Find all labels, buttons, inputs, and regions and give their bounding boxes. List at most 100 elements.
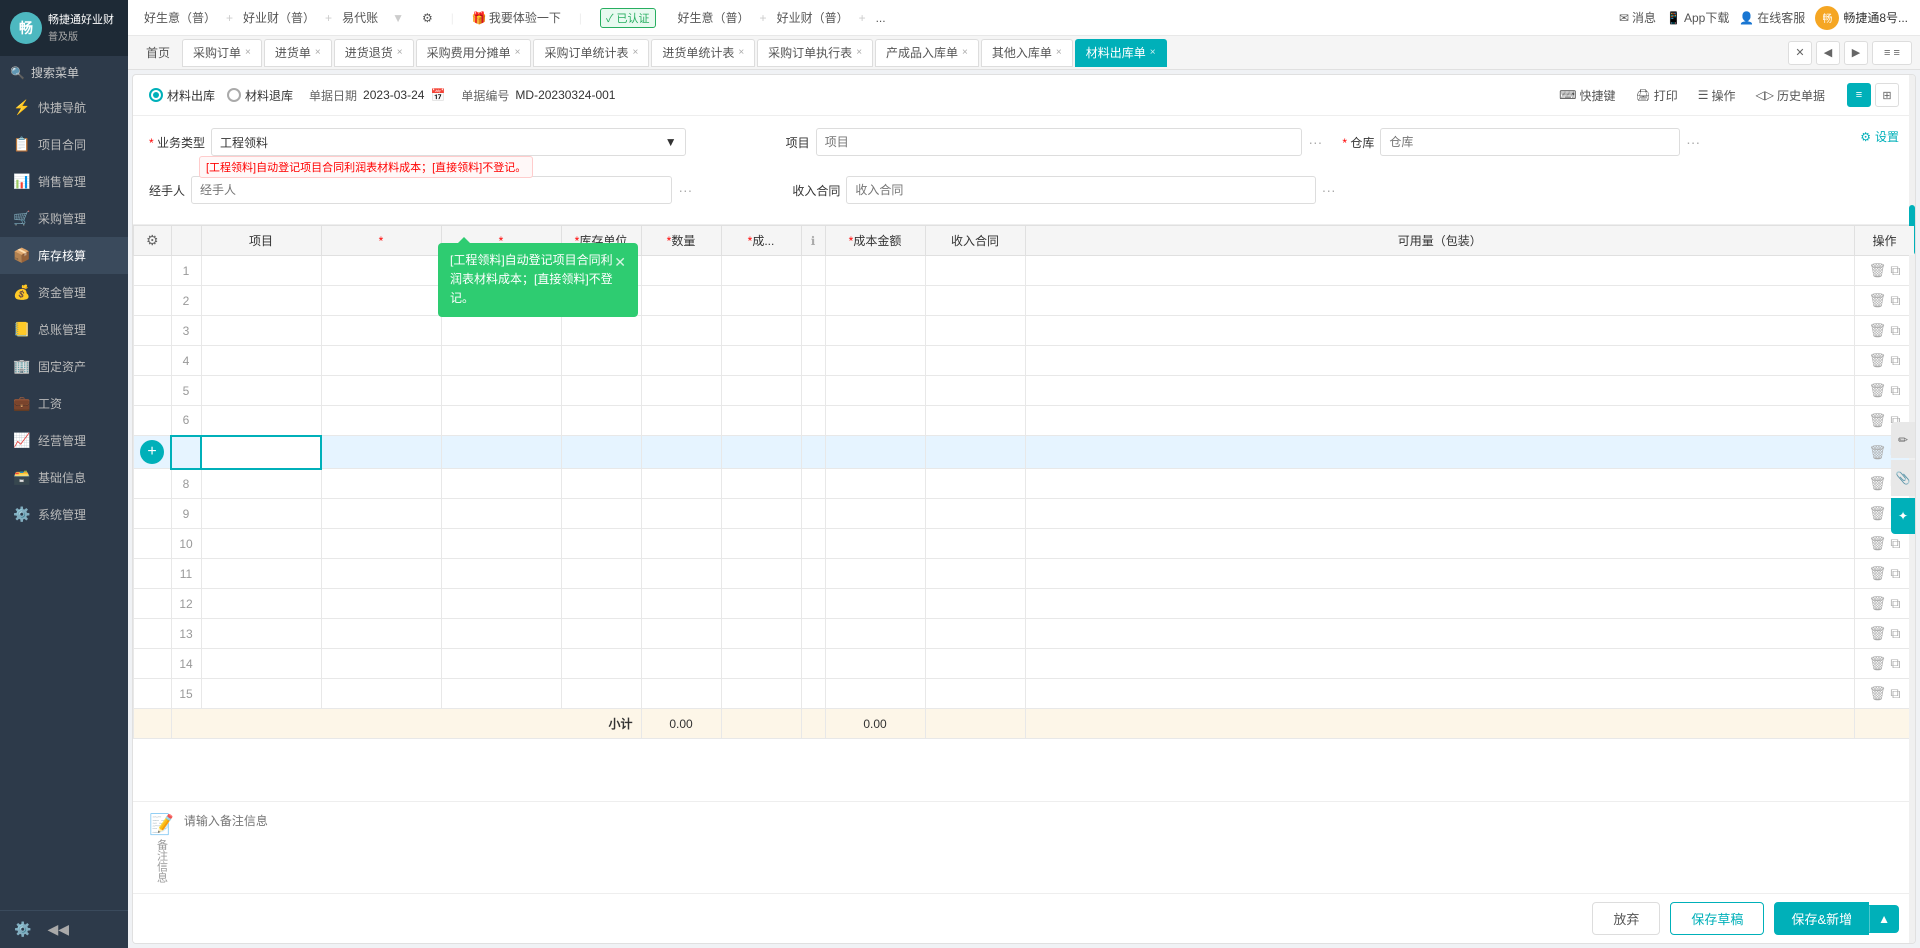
copy-row-icon[interactable]: ⧉ bbox=[1890, 382, 1900, 399]
delete-row-icon[interactable]: 🗑 bbox=[1869, 685, 1887, 702]
td-cost-amount-1[interactable] bbox=[825, 256, 925, 286]
radio-material-return[interactable]: 材料退库 bbox=[227, 87, 293, 104]
right-green-icon[interactable]: ✦ bbox=[1891, 498, 1915, 534]
topbar-haoshengyi[interactable]: 好生意（普） bbox=[140, 9, 220, 26]
copy-row-icon[interactable]: ⧉ bbox=[1890, 595, 1900, 612]
view-list-btn[interactable]: ≡ bbox=[1847, 83, 1871, 107]
discard-button[interactable]: 放弃 bbox=[1592, 902, 1660, 935]
delete-row-icon[interactable]: 🗑 bbox=[1869, 565, 1887, 582]
print-btn[interactable]: 🖨 打印 bbox=[1629, 83, 1683, 107]
tab-next-btn[interactable]: ▶ bbox=[1844, 41, 1868, 65]
tab-close-purchase-exec[interactable]: × bbox=[856, 47, 862, 58]
copy-row-icon[interactable]: ⧉ bbox=[1890, 352, 1900, 369]
save-new-arrow-btn[interactable]: ▲ bbox=[1869, 905, 1899, 933]
td-material-1[interactable] bbox=[321, 256, 441, 286]
delete-row-icon[interactable]: 🗑 bbox=[1869, 322, 1887, 339]
tab-purchase-expense[interactable]: 采购费用分摊单 × bbox=[416, 39, 532, 67]
add-row-btn[interactable]: + bbox=[140, 440, 164, 464]
handler-dots-icon[interactable]: ··· bbox=[678, 182, 692, 198]
tab-close-goods-stat[interactable]: × bbox=[738, 47, 744, 58]
form-settings-btn[interactable]: ⚙ 设置 bbox=[1860, 128, 1899, 145]
copy-row-icon[interactable]: ⧉ bbox=[1890, 625, 1900, 642]
copy-row-1-icon[interactable]: ⧉ bbox=[1890, 262, 1900, 279]
copy-row-icon[interactable]: ⧉ bbox=[1890, 322, 1900, 339]
app-download-btn[interactable]: 📱 App下载 bbox=[1666, 9, 1729, 26]
delete-row-icon[interactable]: 🗑 bbox=[1869, 505, 1887, 522]
topbar-haoshengyi2[interactable]: 好生意（普） bbox=[674, 9, 754, 26]
active-row-input-1[interactable] bbox=[178, 445, 194, 459]
sidebar-item-system[interactable]: ⚙️ 系统管理 bbox=[0, 496, 128, 533]
warehouse-input[interactable] bbox=[1380, 128, 1680, 156]
tab-prev-btn[interactable]: ◀ bbox=[1816, 41, 1840, 65]
td-qty-1[interactable] bbox=[641, 256, 721, 286]
tab-close-material-out[interactable]: × bbox=[1150, 47, 1156, 58]
sidebar-item-salary[interactable]: 💼 工资 bbox=[0, 385, 128, 422]
view-grid-btn[interactable]: ⊞ bbox=[1875, 83, 1899, 107]
operations-btn[interactable]: ☰ 操作 bbox=[1692, 83, 1742, 107]
sidebar-item-assets[interactable]: 🏢 固定资产 bbox=[0, 348, 128, 385]
copy-row-icon[interactable]: ⧉ bbox=[1890, 292, 1900, 309]
tab-purchase-exec[interactable]: 采购订单执行表 × bbox=[757, 39, 873, 67]
right-edit-icon[interactable]: ✏ bbox=[1891, 422, 1915, 458]
project-dots-icon[interactable]: ··· bbox=[1308, 134, 1322, 150]
td-income-1[interactable] bbox=[925, 256, 1025, 286]
topbar-haoyecai2[interactable]: 好业财（普） bbox=[773, 9, 853, 26]
th-cost-info[interactable]: ℹ bbox=[801, 226, 825, 256]
history-btn[interactable]: ◁▷ 历史单据 bbox=[1750, 83, 1831, 107]
th-cost-price[interactable]: *成... bbox=[721, 226, 801, 256]
delete-active-icon[interactable]: 🗑 bbox=[1869, 444, 1887, 461]
col-settings-icon[interactable]: ⚙ bbox=[146, 232, 159, 248]
th-income-contract[interactable]: 收入合同 bbox=[925, 226, 1025, 256]
sidebar-item-finance[interactable]: 💰 资金管理 bbox=[0, 274, 128, 311]
tab-close-other-in[interactable]: × bbox=[1056, 47, 1062, 58]
settings-bottom-icon[interactable]: ⚙️ bbox=[14, 921, 31, 938]
delete-row-icon[interactable]: 🗑 bbox=[1869, 625, 1887, 642]
delete-row-icon[interactable]: 🗑 bbox=[1869, 475, 1887, 492]
handler-input[interactable] bbox=[191, 176, 672, 204]
sidebar-item-purchase[interactable]: 🛒 采购管理 bbox=[0, 200, 128, 237]
tab-close-goods-in[interactable]: × bbox=[315, 47, 321, 58]
tab-close-purchase-stat[interactable]: × bbox=[632, 47, 638, 58]
right-clip-icon[interactable]: 📎 bbox=[1891, 460, 1915, 496]
th-settings[interactable]: ⚙ bbox=[134, 226, 172, 256]
topbar-experience[interactable]: 🎁 我要体验一下 bbox=[468, 9, 565, 26]
td-project-1[interactable] bbox=[201, 256, 321, 286]
delete-row-icon[interactable]: 🗑 bbox=[1869, 352, 1887, 369]
tab-other-in[interactable]: 其他入库单 × bbox=[981, 39, 1073, 67]
topbar-settings-nav[interactable]: ⚙ bbox=[418, 11, 437, 25]
notes-input[interactable] bbox=[184, 812, 1899, 852]
th-cost-amount[interactable]: *成本金额 bbox=[825, 226, 925, 256]
th-available[interactable]: 可用量（包装） bbox=[1025, 226, 1855, 256]
delete-row-icon[interactable]: 🗑 bbox=[1869, 535, 1887, 552]
tab-goods-in[interactable]: 进货单 × bbox=[264, 39, 332, 67]
copy-row-icon[interactable]: ⧉ bbox=[1890, 565, 1900, 582]
delete-row-icon[interactable]: 🗑 bbox=[1869, 292, 1887, 309]
user-info[interactable]: 畅 畅捷通8号... bbox=[1815, 6, 1908, 30]
delete-row-icon[interactable]: 🗑 bbox=[1869, 595, 1887, 612]
tab-list-btn[interactable]: ≡ ≡ bbox=[1872, 41, 1912, 65]
sidebar-item-operation[interactable]: 📈 经营管理 bbox=[0, 422, 128, 459]
tab-close-all-btn[interactable]: ✕ bbox=[1788, 41, 1812, 65]
copy-row-icon[interactable]: ⧉ bbox=[1890, 535, 1900, 552]
th-qty[interactable]: *数量 bbox=[641, 226, 721, 256]
sidebar-search[interactable]: 🔍 搜索菜单 bbox=[0, 56, 128, 89]
delete-row-icon[interactable]: 🗑 bbox=[1869, 382, 1887, 399]
tab-purchase-stat[interactable]: 采购订单统计表 × bbox=[533, 39, 649, 67]
radio-material-out[interactable]: 材料出库 bbox=[149, 87, 215, 104]
tab-material-out[interactable]: 材料出库单 × bbox=[1075, 39, 1167, 67]
td-available-1[interactable] bbox=[1025, 256, 1855, 286]
tab-close-purchase-order[interactable]: × bbox=[245, 47, 251, 58]
copy-row-icon[interactable]: ⧉ bbox=[1890, 685, 1900, 702]
shortcuts-btn[interactable]: ⌨ 快捷键 bbox=[1553, 83, 1621, 107]
topbar-haoyecai[interactable]: 好业财（普） bbox=[239, 9, 319, 26]
tab-product-in[interactable]: 产成品入库单 × bbox=[875, 39, 979, 67]
tab-home[interactable]: 首页 bbox=[136, 39, 180, 67]
sidebar-item-sales[interactable]: 📊 销售管理 bbox=[0, 163, 128, 200]
cost-info-icon[interactable]: ℹ bbox=[811, 234, 816, 248]
calendar-icon[interactable]: 📅 bbox=[430, 88, 445, 102]
th-project[interactable]: 项目 bbox=[201, 226, 321, 256]
tab-goods-return[interactable]: 进货退货 × bbox=[334, 39, 414, 67]
tab-purchase-order[interactable]: 采购订单 × bbox=[182, 39, 262, 67]
sidebar-item-accounting[interactable]: 📒 总账管理 bbox=[0, 311, 128, 348]
sidebar-item-inventory[interactable]: 📦 库存核算 bbox=[0, 237, 128, 274]
